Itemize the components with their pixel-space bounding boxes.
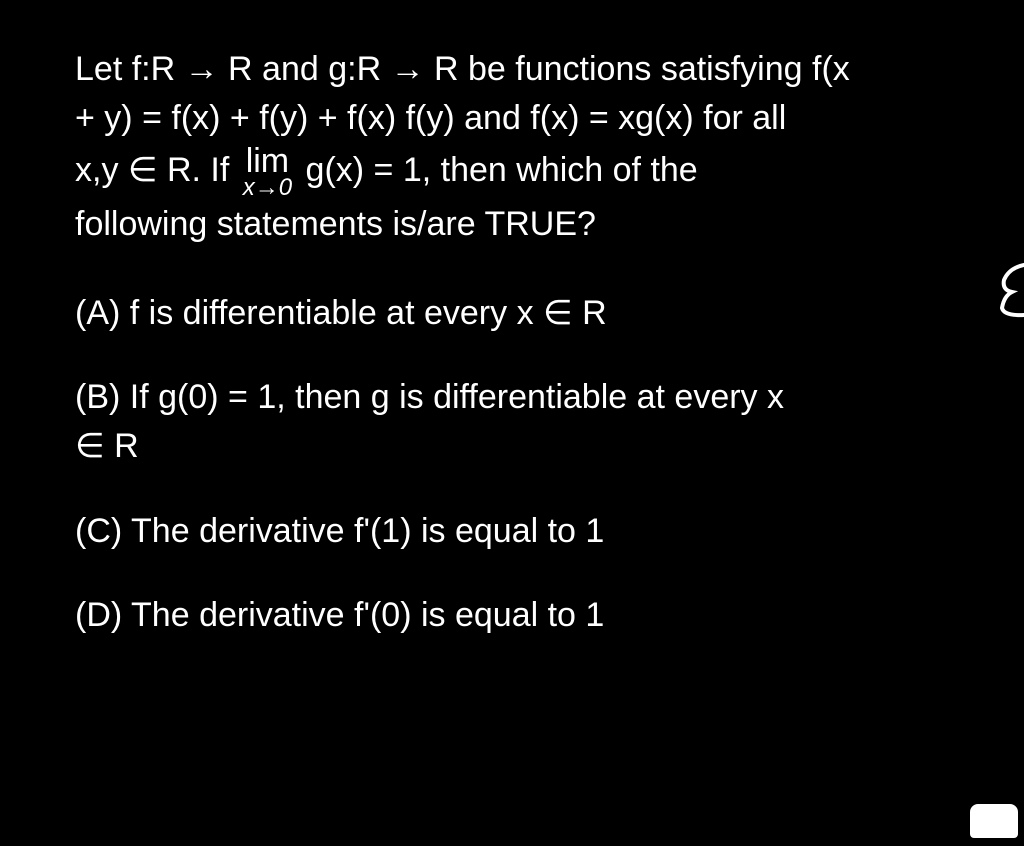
option-b-line-1: (B) If g(0) = 1, then g is differentiabl… [75, 373, 984, 422]
option-d[interactable]: (D) The derivative f'(0) is equal to 1 [75, 591, 984, 640]
stem-line-3-post: g(x) = 1, then which of the [296, 151, 698, 189]
option-a-text: (A) f is differentiable at every x ∈ R [75, 294, 607, 332]
stem-line-1: Let f:R → R and g:R → R be functions sat… [75, 45, 984, 94]
option-b[interactable]: (B) If g(0) = 1, then g is differentiabl… [75, 373, 984, 472]
option-d-text: (D) The derivative f'(0) is equal to 1 [75, 596, 604, 634]
option-c-text: (C) The derivative f'(1) is equal to 1 [75, 512, 604, 550]
option-b-line-2: ∈ R [75, 422, 984, 471]
limit-expression: limx→0 [243, 144, 292, 200]
question-stem: Let f:R → R and g:R → R be functions sat… [75, 45, 984, 249]
stem-line-3: x,y ∈ R. If limx→0 g(x) = 1, then which … [75, 144, 984, 200]
limit-top: lim [243, 144, 292, 178]
stem-line-2: + y) = f(x) + f(y) + f(x) f(y) and f(x) … [75, 94, 984, 143]
limit-bottom: x→0 [243, 176, 292, 200]
option-c[interactable]: (C) The derivative f'(1) is equal to 1 [75, 507, 984, 556]
side-scribble-icon [994, 260, 1024, 320]
bottom-corner-icon [970, 804, 1018, 838]
option-a[interactable]: (A) f is differentiable at every x ∈ R [75, 289, 984, 338]
stem-line-3-pre: x,y ∈ R. If [75, 151, 239, 189]
stem-line-4: following statements is/are TRUE? [75, 200, 984, 249]
